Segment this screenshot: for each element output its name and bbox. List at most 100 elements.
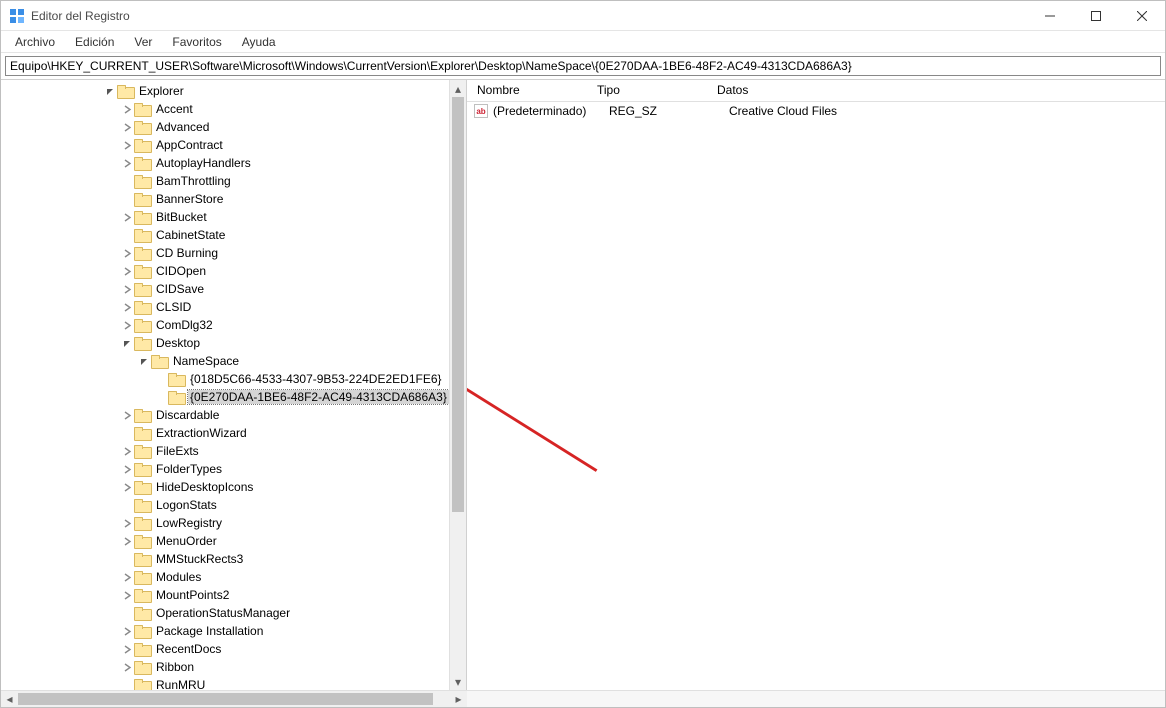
chevron-right-icon[interactable] xyxy=(120,642,134,656)
scroll-up-icon[interactable]: ▴ xyxy=(450,80,466,97)
tree-node-cabinetstate[interactable]: CabinetState xyxy=(1,226,449,244)
column-header-nombre[interactable]: Nombre xyxy=(467,80,587,101)
tree-node-extractionwizard[interactable]: ExtractionWizard xyxy=(1,424,449,442)
tree-node-hidedesktopicons[interactable]: HideDesktopIcons xyxy=(1,478,449,496)
tree-node-clsid[interactable]: CLSID xyxy=(1,298,449,316)
tree-node-recentdocs[interactable]: RecentDocs xyxy=(1,640,449,658)
menu-ayuda[interactable]: Ayuda xyxy=(234,33,284,51)
tree-node-explorer[interactable]: Explorer xyxy=(1,82,449,100)
main-split: Explorer Accent Advanced AppContract Autopl… xyxy=(1,80,1165,690)
tree-node-operationstatusmanager[interactable]: OperationStatusManager xyxy=(1,604,449,622)
chevron-right-icon[interactable] xyxy=(120,624,134,638)
menu-ver[interactable]: Ver xyxy=(126,33,160,51)
chevron-right-icon[interactable] xyxy=(120,156,134,170)
folder-icon xyxy=(134,552,150,566)
tree-node-ns_guid1[interactable]: {018D5C66-4533-4307-9B53-224DE2ED1FE6} xyxy=(1,370,449,388)
tree-label: Package Installation xyxy=(154,624,265,638)
chevron-right-icon[interactable] xyxy=(120,210,134,224)
tree-node-cidsave[interactable]: CIDSave xyxy=(1,280,449,298)
chevron-right-icon[interactable] xyxy=(120,480,134,494)
tree-node-ribbon[interactable]: Ribbon xyxy=(1,658,449,676)
chevron-right-icon[interactable] xyxy=(120,570,134,584)
tree-node-autoplayhandlers[interactable]: AutoplayHandlers xyxy=(1,154,449,172)
tree-node-runmru[interactable]: RunMRU xyxy=(1,676,449,690)
tree-label: Discardable xyxy=(154,408,221,422)
value-row[interactable]: ab (Predeterminado) REG_SZ Creative Clou… xyxy=(467,102,1165,120)
chevron-right-icon[interactable] xyxy=(120,462,134,476)
column-header-tipo[interactable]: Tipo xyxy=(587,80,707,101)
chevron-right-icon[interactable] xyxy=(120,408,134,422)
tree-label: Explorer xyxy=(137,84,186,98)
chevron-down-icon[interactable] xyxy=(103,84,117,98)
tree-node-bamthrottling[interactable]: BamThrottling xyxy=(1,172,449,190)
tree-node-advanced[interactable]: Advanced xyxy=(1,118,449,136)
tree-node-logonstats[interactable]: LogonStats xyxy=(1,496,449,514)
folder-icon xyxy=(134,102,150,116)
tree-label: {0E270DAA-1BE6-48F2-AC49-4313CDA686A3} xyxy=(188,390,449,404)
address-input[interactable] xyxy=(5,56,1161,76)
scroll-down-icon[interactable]: ▾ xyxy=(450,673,466,690)
tree-node-packageinstallation[interactable]: Package Installation xyxy=(1,622,449,640)
chevron-right-icon[interactable] xyxy=(120,516,134,530)
values-pane: Nombre Tipo Datos ab (Predeterminado) RE… xyxy=(467,80,1165,690)
scroll-right-icon[interactable]: ▸ xyxy=(450,691,467,707)
tree-node-cdburning[interactable]: CD Burning xyxy=(1,244,449,262)
tree-node-lowregistry[interactable]: LowRegistry xyxy=(1,514,449,532)
chevron-right-icon[interactable] xyxy=(120,300,134,314)
chevron-right-icon[interactable] xyxy=(120,102,134,116)
tree-node-foldertypes[interactable]: FolderTypes xyxy=(1,460,449,478)
chevron-right-icon[interactable] xyxy=(120,264,134,278)
tree-node-accent[interactable]: Accent xyxy=(1,100,449,118)
tree-node-cidopen[interactable]: CIDOpen xyxy=(1,262,449,280)
tree-node-fileexts[interactable]: FileExts xyxy=(1,442,449,460)
chevron-right-icon[interactable] xyxy=(120,120,134,134)
close-button[interactable] xyxy=(1119,1,1165,30)
chevron-right-icon[interactable] xyxy=(120,246,134,260)
chevron-right-icon[interactable] xyxy=(120,444,134,458)
tree-node-bitbucket[interactable]: BitBucket xyxy=(1,208,449,226)
tree-node-appcontract[interactable]: AppContract xyxy=(1,136,449,154)
tree-vertical-scrollbar[interactable]: ▴ ▾ xyxy=(449,80,466,690)
tree-node-comdlg32[interactable]: ComDlg32 xyxy=(1,316,449,334)
tree-node-discardable[interactable]: Discardable xyxy=(1,406,449,424)
value-data: Creative Cloud Files xyxy=(729,104,1165,118)
chevron-right-icon[interactable] xyxy=(120,318,134,332)
window-controls xyxy=(1027,1,1165,30)
folder-icon xyxy=(134,246,150,260)
tree-node-desktop[interactable]: Desktop xyxy=(1,334,449,352)
value-name: (Predeterminado) xyxy=(493,104,609,118)
maximize-button[interactable] xyxy=(1073,1,1119,30)
tree-node-menuorder[interactable]: MenuOrder xyxy=(1,532,449,550)
chevron-right-icon[interactable] xyxy=(120,138,134,152)
folder-icon xyxy=(134,642,150,656)
folder-icon xyxy=(134,462,150,476)
tree-label: HideDesktopIcons xyxy=(154,480,255,494)
tree-node-modules[interactable]: Modules xyxy=(1,568,449,586)
menu-edicion[interactable]: Edición xyxy=(67,33,122,51)
tree-label: AutoplayHandlers xyxy=(154,156,253,170)
tree-label: Advanced xyxy=(154,120,211,134)
minimize-button[interactable] xyxy=(1027,1,1073,30)
tree-label: BannerStore xyxy=(154,192,225,206)
values-body[interactable]: ab (Predeterminado) REG_SZ Creative Clou… xyxy=(467,102,1165,690)
tree-node-bannerstore[interactable]: BannerStore xyxy=(1,190,449,208)
menu-archivo[interactable]: Archivo xyxy=(7,33,63,51)
tree-node-mountpoints2[interactable]: MountPoints2 xyxy=(1,586,449,604)
chevron-right-icon[interactable] xyxy=(120,660,134,674)
folder-icon xyxy=(134,516,150,530)
folder-icon xyxy=(134,336,150,350)
chevron-down-icon[interactable] xyxy=(137,354,151,368)
tree-node-mmstuckrects3[interactable]: MMStuckRects3 xyxy=(1,550,449,568)
tree-label: CD Burning xyxy=(154,246,220,260)
tree-node-namespace[interactable]: NameSpace xyxy=(1,352,449,370)
tree-node-ns_guid2[interactable]: {0E270DAA-1BE6-48F2-AC49-4313CDA686A3} xyxy=(1,388,449,406)
tree-scroll-area[interactable]: Explorer Accent Advanced AppContract Autopl… xyxy=(1,80,449,690)
chevron-right-icon[interactable] xyxy=(120,282,134,296)
menu-favoritos[interactable]: Favoritos xyxy=(164,33,229,51)
chevron-down-icon[interactable] xyxy=(120,336,134,350)
chevron-right-icon[interactable] xyxy=(120,588,134,602)
tree-horizontal-scrollbar[interactable]: ◂ ▸ xyxy=(1,690,467,707)
chevron-right-icon[interactable] xyxy=(120,534,134,548)
scroll-left-icon[interactable]: ◂ xyxy=(1,691,18,707)
column-header-datos[interactable]: Datos xyxy=(707,80,1165,101)
